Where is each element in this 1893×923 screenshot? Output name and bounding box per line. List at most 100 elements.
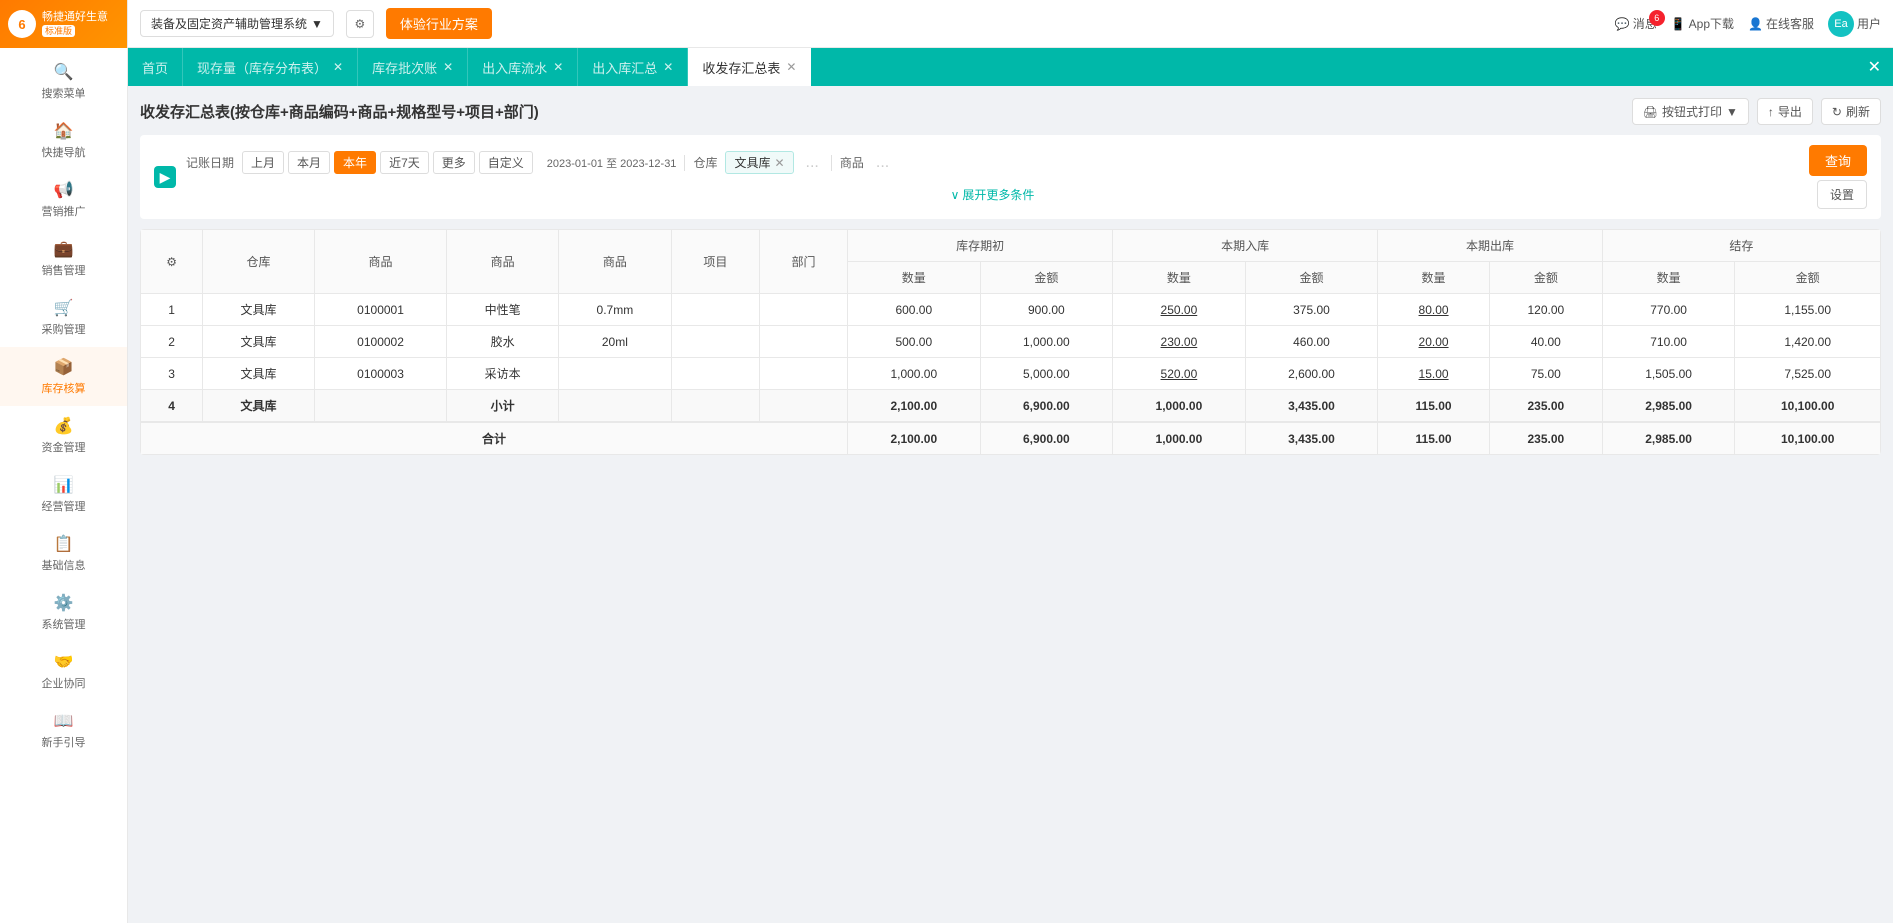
sidebar-item-basic-info[interactable]: 📋 基础信息 — [0, 524, 127, 583]
sidebar-item-system[interactable]: ⚙️ 系统管理 — [0, 583, 127, 642]
row-bal-qty: 2,985.00 — [1602, 390, 1735, 423]
footer-begin-amount: 6,900.00 — [980, 422, 1113, 455]
row-out-amount: 120.00 — [1489, 294, 1602, 326]
sidebar-item-enterprise[interactable]: 🤝 企业协同 — [0, 642, 127, 701]
sidebar-item-marketing[interactable]: 📢 营销推广 — [0, 170, 127, 229]
filter-this-year[interactable]: 本年 — [334, 151, 376, 174]
row-begin-qty: 2,100.00 — [848, 390, 981, 423]
sidebar-logo: 6 畅捷通好生意 标准版 — [0, 0, 127, 48]
row-department — [759, 390, 847, 423]
query-btn[interactable]: 查询 — [1809, 145, 1867, 176]
enterprise-icon: 🤝 — [54, 652, 74, 672]
print-btn[interactable]: 🖨 按钮式打印 ▼ — [1632, 98, 1749, 125]
th-bal-qty: 数量 — [1602, 262, 1735, 294]
filter-more[interactable]: 更多 — [433, 151, 475, 174]
filter-this-month[interactable]: 本月 — [288, 151, 330, 174]
sidebar-item-finance[interactable]: 💰 资金管理 — [0, 406, 127, 465]
filter-prev-month[interactable]: 上月 — [242, 151, 284, 174]
tab-receive-summary[interactable]: 收发存汇总表 ✕ — [688, 48, 811, 86]
row-goods-name: 采访本 — [447, 358, 559, 390]
sidebar: 6 畅捷通好生意 标准版 🔍 搜索菜单 🏠 快捷导航 📢 营销推广 💼 销售管理… — [0, 0, 128, 923]
row-out-amount: 75.00 — [1489, 358, 1602, 390]
message-btn[interactable]: 💬 消息 6 — [1615, 15, 1657, 32]
row-goods-code: 0100001 — [314, 294, 447, 326]
expand-more-btn[interactable]: ∨ 展开更多条件 — [951, 186, 1035, 203]
row-in-qty[interactable]: 250.00 — [1113, 294, 1246, 326]
refresh-btn[interactable]: ↻ 刷新 — [1821, 98, 1881, 125]
tab-close-inventory-dist[interactable]: ✕ — [333, 60, 343, 74]
settings-button[interactable]: ⚙ — [346, 10, 374, 38]
avatar: Ea — [1828, 11, 1854, 37]
dropdown-print-icon: ▼ — [1726, 105, 1738, 119]
sidebar-item-purchase[interactable]: 🛒 采购管理 — [0, 288, 127, 347]
tabs-close-all[interactable]: ✕ — [1856, 57, 1893, 77]
row-bal-amount: 1,420.00 — [1735, 326, 1881, 358]
sidebar-item-guide[interactable]: 📖 新手引导 — [0, 701, 127, 760]
goods-more[interactable]: ... — [876, 154, 889, 172]
th-in-amount: 金额 — [1245, 262, 1378, 294]
th-settings[interactable]: ⚙ — [141, 230, 203, 294]
warehouse-more[interactable]: ... — [806, 154, 819, 172]
export-btn[interactable]: ↑ 导出 — [1757, 98, 1813, 125]
row-seq: 4 — [141, 390, 203, 423]
row-in-qty[interactable]: 520.00 — [1113, 358, 1246, 390]
filter-date-range: 2023-01-01 至 2023-12-31 — [547, 155, 677, 171]
row-in-qty[interactable]: 230.00 — [1113, 326, 1246, 358]
data-table: ⚙ 仓库 商品 商品 商品 项目 部门 库存期初 本期入库 本期出库 结存 数量 — [140, 229, 1881, 455]
filter-collapse-btn[interactable]: ▶ — [154, 166, 176, 188]
filter-controls-row1: 记账日期 上月 本月 本年 近7天 更多 自定义 2023-01-01 至 20… — [186, 151, 1799, 174]
th-period-out: 本期出库 — [1378, 230, 1603, 262]
th-goods-code: 商品 — [314, 230, 447, 294]
row-begin-qty: 600.00 — [848, 294, 981, 326]
system-selector[interactable]: 装备及固定资产辅助管理系统 ▼ — [140, 10, 334, 37]
tab-close-receive-summary[interactable]: ✕ — [786, 60, 796, 74]
sidebar-item-operations[interactable]: 📊 经营管理 — [0, 465, 127, 524]
refresh-icon: ↻ — [1832, 105, 1842, 119]
data-table-container: ⚙ 仓库 商品 商品 商品 项目 部门 库存期初 本期入库 本期出库 结存 数量 — [140, 229, 1881, 455]
tab-close-inout-flow[interactable]: ✕ — [553, 60, 563, 74]
sidebar-item-search-menu[interactable]: 🔍 搜索菜单 — [0, 52, 127, 111]
row-out-qty[interactable]: 15.00 — [1378, 358, 1490, 390]
warehouse-tag: 文具库 ✕ — [725, 151, 793, 174]
purchase-icon: 🛒 — [54, 298, 74, 318]
system-icon: ⚙️ — [54, 593, 74, 613]
tab-close-inout-summary[interactable]: ✕ — [663, 60, 673, 74]
filter-last7[interactable]: 近7天 — [380, 151, 429, 174]
th-begin-qty: 数量 — [848, 262, 981, 294]
sidebar-item-quick-nav[interactable]: 🏠 快捷导航 — [0, 111, 127, 170]
row-out-qty[interactable]: 80.00 — [1378, 294, 1490, 326]
user-area[interactable]: Ea 用户 — [1828, 11, 1881, 37]
online-service-btn[interactable]: 👤 在线客服 — [1748, 15, 1814, 32]
sidebar-item-sales[interactable]: 💼 销售管理 — [0, 229, 127, 288]
tab-inventory-dist[interactable]: 现存量（库存分布表） ✕ — [183, 48, 358, 86]
tab-close-batch-ledger[interactable]: ✕ — [443, 60, 453, 74]
th-department: 部门 — [759, 230, 847, 294]
row-goods-spec: 0.7mm — [558, 294, 671, 326]
page-header: 收发存汇总表(按仓库+商品编码+商品+规格型号+项目+部门) 🖨 按钮式打印 ▼… — [140, 98, 1881, 125]
tab-inout-summary[interactable]: 出入库汇总 ✕ — [578, 48, 688, 86]
filter-main-row: ▶ 记账日期 上月 本月 本年 近7天 更多 自定义 2023-01-01 至 … — [154, 145, 1867, 209]
row-out-qty[interactable]: 20.00 — [1378, 326, 1490, 358]
sidebar-item-inventory[interactable]: 📦 库存核算 — [0, 347, 127, 406]
th-warehouse: 仓库 — [203, 230, 315, 294]
settings-icon: ⚙ — [355, 17, 366, 31]
content-area: 收发存汇总表(按仓库+商品编码+商品+规格型号+项目+部门) 🖨 按钮式打印 ▼… — [128, 86, 1893, 923]
th-in-qty: 数量 — [1113, 262, 1246, 294]
app-download-btn[interactable]: 📱 App下载 — [1671, 15, 1734, 32]
set-btn[interactable]: 设置 — [1817, 180, 1867, 209]
tab-home[interactable]: 首页 — [128, 48, 183, 86]
row-bal-amount: 10,100.00 — [1735, 390, 1881, 423]
topbar: 装备及固定资产辅助管理系统 ▼ ⚙ 体验行业方案 💬 消息 6 📱 App下载 … — [128, 0, 1893, 48]
row-warehouse: 文具库 — [203, 294, 315, 326]
print-icon: 🖨 — [1643, 105, 1658, 119]
export-icon: ↑ — [1768, 105, 1774, 119]
warehouse-tag-remove[interactable]: ✕ — [774, 156, 784, 170]
tab-batch-ledger[interactable]: 库存批次账 ✕ — [358, 48, 468, 86]
filter-query-area: 记账日期 上月 本月 本年 近7天 更多 自定义 2023-01-01 至 20… — [186, 151, 1799, 203]
tab-inout-flow[interactable]: 出入库流水 ✕ — [468, 48, 578, 86]
row-begin-amount: 1,000.00 — [980, 326, 1113, 358]
experience-btn[interactable]: 体验行业方案 — [386, 8, 492, 39]
divider1 — [684, 155, 685, 171]
filter-custom[interactable]: 自定义 — [479, 151, 533, 174]
row-goods-name: 小计 — [447, 390, 559, 423]
